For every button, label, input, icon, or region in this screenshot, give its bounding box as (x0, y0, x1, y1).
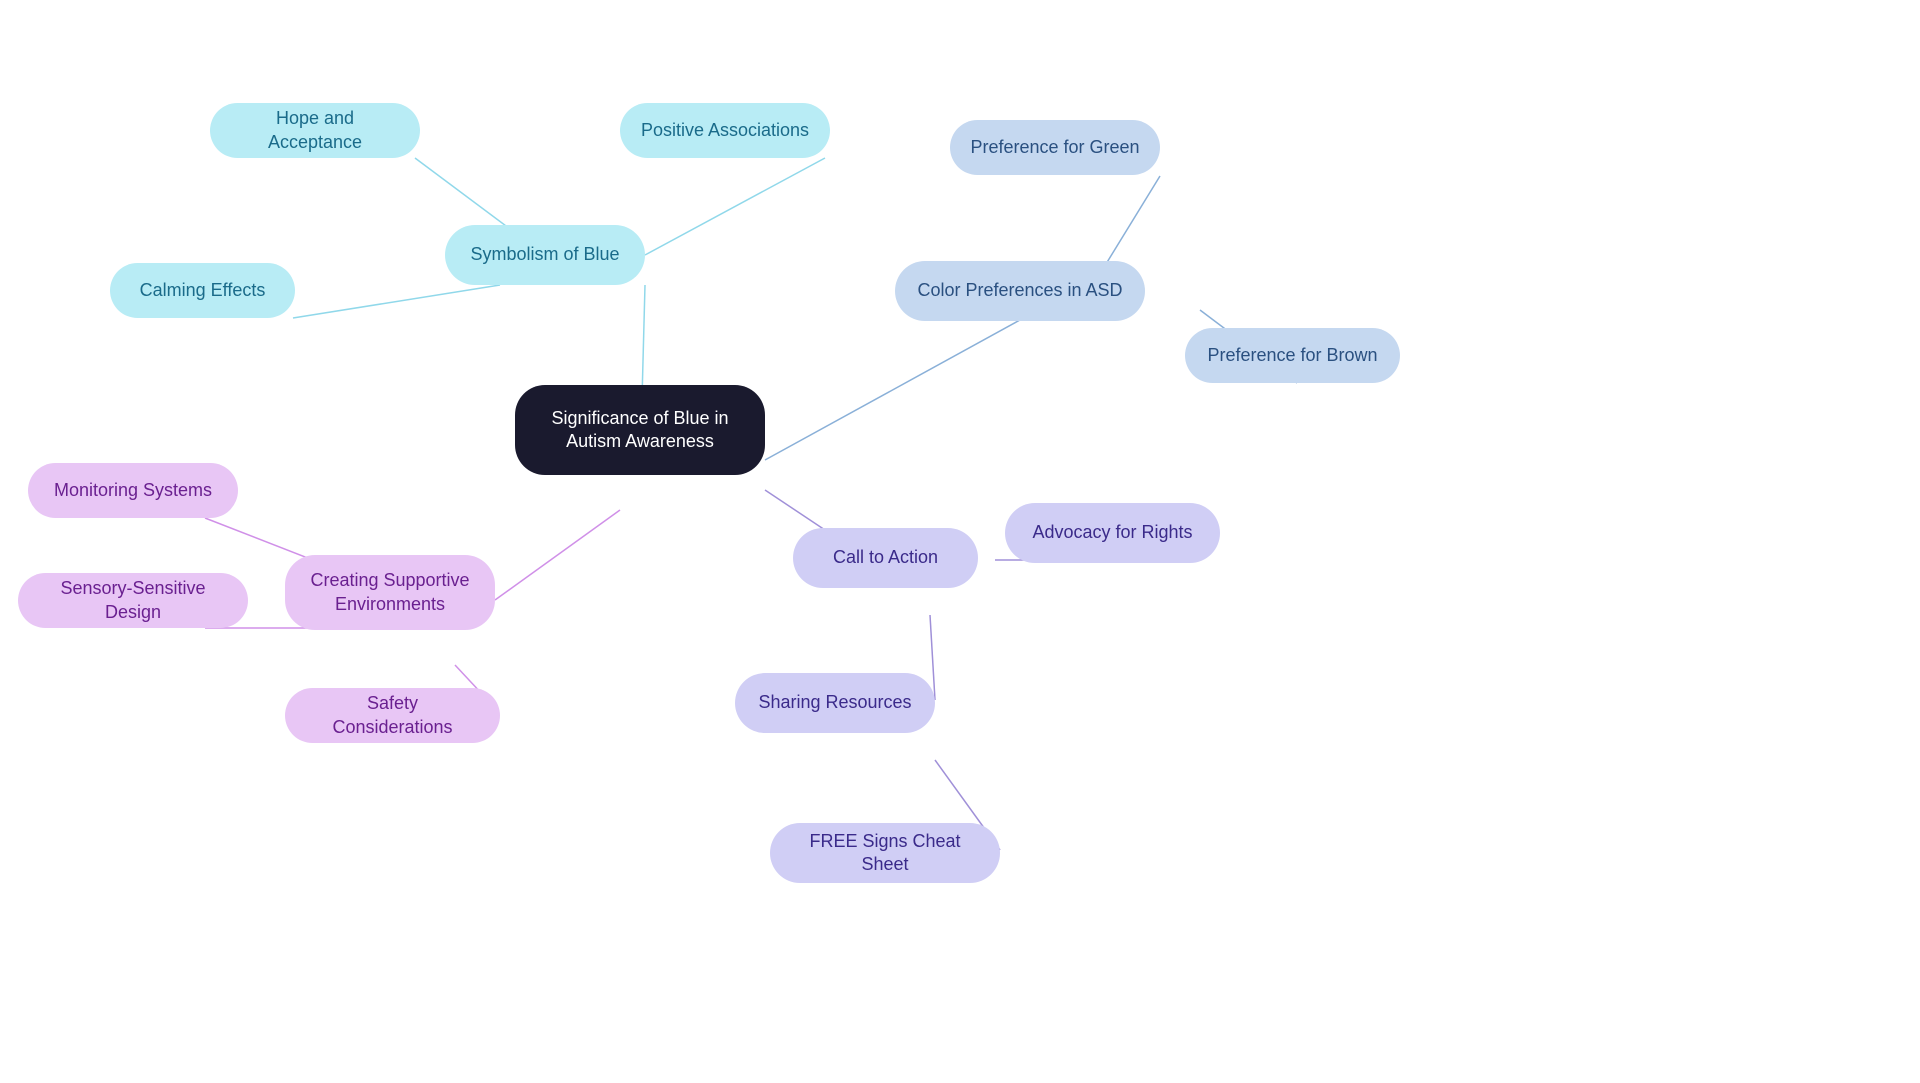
free-signs-node: FREE Signs Cheat Sheet (770, 823, 1000, 883)
safety-considerations-node: Safety Considerations (285, 688, 500, 743)
hope-acceptance-label: Hope and Acceptance (230, 107, 400, 154)
sharing-resources-node: Sharing Resources (735, 673, 935, 733)
creating-supportive-node: Creating Supportive Environments (285, 555, 495, 630)
call-to-action-label: Call to Action (833, 546, 938, 569)
calming-effects-label: Calming Effects (140, 279, 266, 302)
center-node-label: Significance of Blue in Autism Awareness (535, 407, 745, 454)
hope-acceptance-node: Hope and Acceptance (210, 103, 420, 158)
advocacy-rights-node: Advocacy for Rights (1005, 503, 1220, 563)
free-signs-label: FREE Signs Cheat Sheet (790, 830, 980, 877)
creating-supportive-label: Creating Supportive Environments (305, 569, 475, 616)
call-to-action-node: Call to Action (793, 528, 978, 588)
sharing-resources-label: Sharing Resources (758, 691, 911, 714)
positive-associations-node: Positive Associations (620, 103, 830, 158)
monitoring-systems-label: Monitoring Systems (54, 479, 212, 502)
advocacy-rights-label: Advocacy for Rights (1032, 521, 1192, 544)
sensory-design-label: Sensory-Sensitive Design (38, 577, 228, 624)
color-preferences-node: Color Preferences in ASD (895, 261, 1145, 321)
preference-green-node: Preference for Green (950, 120, 1160, 175)
sensory-design-node: Sensory-Sensitive Design (18, 573, 248, 628)
calming-effects-node: Calming Effects (110, 263, 295, 318)
symbolism-of-blue-node: Symbolism of Blue (445, 225, 645, 285)
monitoring-systems-node: Monitoring Systems (28, 463, 238, 518)
preference-brown-label: Preference for Brown (1207, 344, 1377, 367)
safety-considerations-label: Safety Considerations (305, 692, 480, 739)
preference-green-label: Preference for Green (970, 136, 1139, 159)
preference-brown-node: Preference for Brown (1185, 328, 1400, 383)
symbolism-label: Symbolism of Blue (470, 243, 619, 266)
positive-associations-label: Positive Associations (641, 119, 809, 142)
center-node: Significance of Blue in Autism Awareness (515, 385, 765, 475)
color-preferences-label: Color Preferences in ASD (917, 279, 1122, 302)
